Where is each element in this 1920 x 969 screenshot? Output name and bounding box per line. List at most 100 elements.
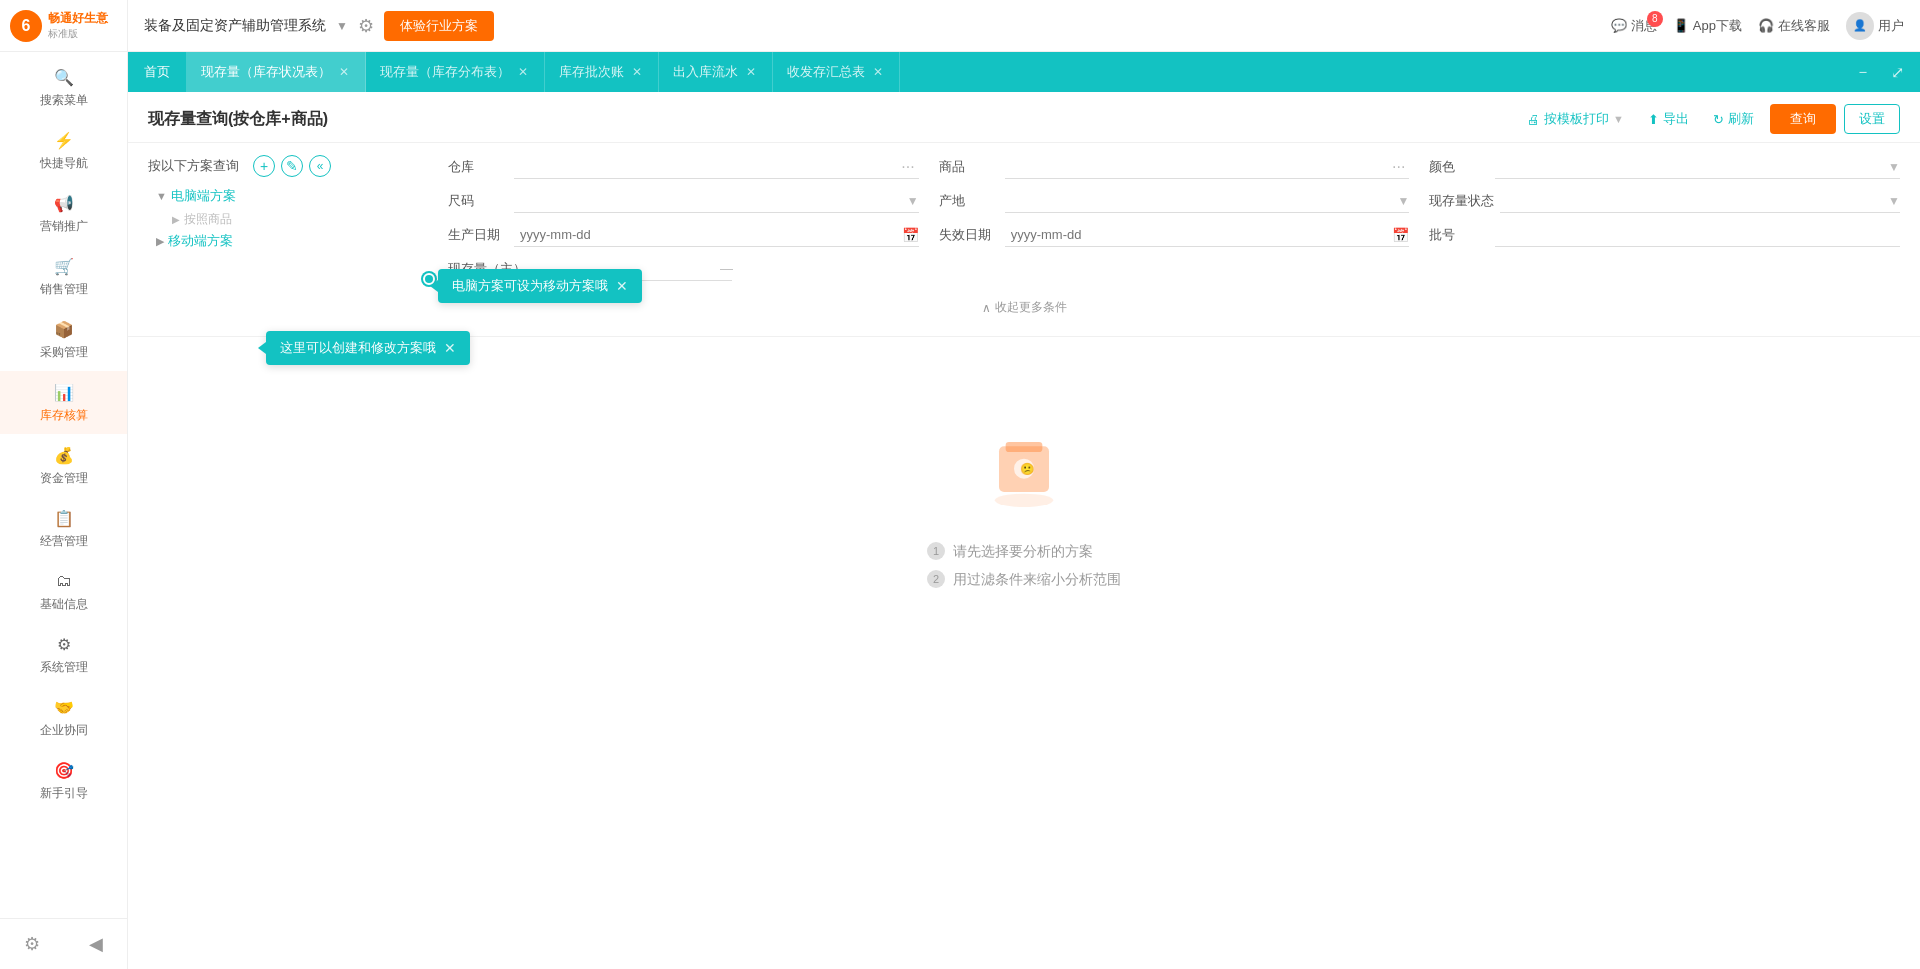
print-btn[interactable]: 🖨 按模板打印 ▼: [1519, 106, 1632, 132]
tab-inout-flow[interactable]: 出入库流水 ✕: [659, 52, 773, 92]
settings-sm-btn[interactable]: 设置: [1844, 104, 1900, 134]
tab-maximize-btn[interactable]: ⤢: [1885, 61, 1910, 84]
prod-date-start[interactable]: [514, 223, 902, 246]
user-btn[interactable]: 👤 用户: [1846, 12, 1904, 40]
add-scheme-btn[interactable]: +: [253, 155, 275, 177]
sidebar-label-search: 搜索菜单: [40, 92, 88, 109]
messages-badge: 8: [1647, 11, 1663, 27]
export-btn[interactable]: ⬆ 导出: [1640, 106, 1697, 132]
tab-home[interactable]: 首页: [128, 52, 187, 92]
header-left: 装备及固定资产辅助管理系统 ▼ ⚙ 体验行业方案: [144, 11, 494, 41]
warehouse-input[interactable]: [514, 155, 897, 178]
tab-minimize-btn[interactable]: －: [1849, 60, 1877, 85]
edit-scheme-btn[interactable]: ✎: [281, 155, 303, 177]
tooltip-pc-close[interactable]: ✕: [616, 278, 628, 294]
refresh-btn[interactable]: ↻ 刷新: [1705, 106, 1762, 132]
filter-warehouse: 仓库 ···: [448, 155, 919, 179]
sidebar-item-enterprise[interactable]: 🤝 企业协同: [0, 686, 127, 749]
stock-status-dropdown-icon[interactable]: ▼: [1888, 194, 1900, 208]
logo-icon: 6: [10, 10, 42, 42]
messages-btn[interactable]: 💬 消息 8: [1611, 17, 1657, 35]
goods-dots-btn[interactable]: ···: [1388, 158, 1409, 176]
sidebar-collapse-btn[interactable]: ◀: [81, 929, 111, 959]
sidebar-item-system[interactable]: ⚙ 系统管理: [0, 623, 127, 686]
sidebar-item-search[interactable]: 🔍 搜索菜单: [0, 56, 127, 119]
sidebar-menu: 🔍 搜索菜单 ⚡ 快捷导航 📢 营销推广 🛒 销售管理 📦 采购管理 📊 库存核…: [0, 52, 127, 918]
tab-inventory-dist[interactable]: 现存量（库存分布表） ✕: [366, 52, 545, 92]
filter-size: 尺码 ▼: [448, 189, 919, 213]
online-support-label: 在线客服: [1778, 17, 1830, 35]
expiry-date-calendar-icon[interactable]: 📅: [1392, 227, 1409, 243]
batch-no-label: 批号: [1429, 226, 1489, 244]
color-dropdown-icon[interactable]: ▼: [1888, 160, 1900, 174]
tooltip-edit-close[interactable]: ✕: [444, 340, 456, 356]
sidebar-item-finance[interactable]: 💰 资金管理: [0, 434, 127, 497]
export-icon: ⬆: [1648, 112, 1659, 127]
tab-close-3[interactable]: ✕: [744, 63, 758, 81]
sidebar-item-guide[interactable]: 🎯 新手引导: [0, 749, 127, 812]
print-label: 按模板打印: [1544, 110, 1609, 128]
tab-close-4[interactable]: ✕: [871, 63, 885, 81]
filter-row-3: 生产日期 📅 失效日期 �: [448, 223, 1900, 247]
stock-status-input[interactable]: [1500, 189, 1888, 212]
query-btn[interactable]: 查询: [1770, 104, 1836, 134]
tab-close-0[interactable]: ✕: [337, 63, 351, 81]
warehouse-dots-btn[interactable]: ···: [897, 158, 918, 176]
filter-color: 颜色 ▼: [1429, 155, 1900, 179]
sidebar-settings-btn[interactable]: ⚙: [16, 929, 48, 959]
expiry-date-start[interactable]: [1005, 223, 1393, 246]
system-dropdown-icon[interactable]: ▼: [336, 19, 348, 33]
empty-illustration: 😕: [974, 417, 1074, 517]
tooltip-pc-scheme: 电脑方案可设为移动方案哦 ✕: [438, 269, 642, 303]
tab-inventory-status[interactable]: 现存量（库存状况表） ✕: [187, 52, 366, 92]
svg-point-0: [995, 494, 1053, 507]
purchase-icon: 📦: [53, 318, 75, 340]
logo-main-text: 畅通好生意: [48, 11, 108, 27]
sidebar-item-operations[interactable]: 📋 经营管理: [0, 497, 127, 560]
origin-label: 产地: [939, 192, 999, 210]
sidebar-item-marketing[interactable]: 📢 营销推广: [0, 182, 127, 245]
prod-date-calendar-icon[interactable]: 📅: [902, 227, 919, 243]
back-scheme-btn[interactable]: «: [309, 155, 331, 177]
sidebar-item-inventory[interactable]: 📊 库存核算: [0, 371, 127, 434]
color-input[interactable]: [1495, 155, 1888, 178]
tab-summary[interactable]: 收发存汇总表 ✕: [773, 52, 900, 92]
size-input[interactable]: [514, 189, 907, 212]
tab-batch-account[interactable]: 库存批次账 ✕: [545, 52, 659, 92]
sidebar-item-sales[interactable]: 🛒 销售管理: [0, 245, 127, 308]
sidebar-item-purchase[interactable]: 📦 采购管理: [0, 308, 127, 371]
sidebar-logo: 6 畅通好生意 标准版: [0, 0, 127, 52]
collapse-label: 收起更多条件: [995, 299, 1067, 316]
tab-batch-account-label: 库存批次账: [559, 63, 624, 81]
pc-scheme-label[interactable]: 电脑端方案: [171, 187, 236, 205]
empty-state: 😕 1 请先选择要分析的方案 2 用过滤条件来缩小分析范围: [128, 337, 1920, 673]
page-actions: 🖨 按模板打印 ▼ ⬆ 导出 ↻ 刷新 查询 设置: [1519, 104, 1900, 134]
svg-rect-2: [1006, 442, 1043, 452]
app-download-btn[interactable]: 📱 App下载: [1673, 17, 1742, 35]
marketing-icon: 📢: [53, 192, 75, 214]
collapse-btn[interactable]: ∧ 收起更多条件: [148, 291, 1900, 324]
pc-expand-icon: ▼: [156, 190, 167, 202]
online-support-btn[interactable]: 🎧 在线客服: [1758, 17, 1830, 35]
header-right: 💬 消息 8 📱 App下载 🎧 在线客服 👤 用户: [1611, 12, 1904, 40]
enterprise-icon: 🤝: [53, 696, 75, 718]
sidebar-item-basic[interactable]: 🗂 基础信息: [0, 560, 127, 623]
header-settings-icon[interactable]: ⚙: [358, 15, 374, 37]
inventory-icon: 📊: [53, 381, 75, 403]
origin-input[interactable]: [1005, 189, 1398, 212]
tab-close-1[interactable]: ✕: [516, 63, 530, 81]
sidebar-item-quicknav[interactable]: ⚡ 快捷导航: [0, 119, 127, 182]
goods-input[interactable]: [1005, 155, 1388, 178]
filter-row-2: 尺码 ▼ 产地 ▼: [448, 189, 1900, 213]
experience-btn[interactable]: 体验行业方案: [384, 11, 494, 41]
sidebar-label-basic: 基础信息: [40, 596, 88, 613]
tab-close-2[interactable]: ✕: [630, 63, 644, 81]
expiry-date-label: 失效日期: [939, 226, 999, 244]
mobile-scheme-item[interactable]: ▶ 移动端方案: [156, 232, 448, 250]
size-dropdown-icon[interactable]: ▼: [907, 194, 919, 208]
collapse-up-icon: ∧: [982, 301, 991, 315]
warehouse-label: 仓库: [448, 158, 508, 176]
batch-no-input[interactable]: [1495, 223, 1900, 247]
origin-dropdown-icon[interactable]: ▼: [1397, 194, 1409, 208]
export-label: 导出: [1663, 110, 1689, 128]
